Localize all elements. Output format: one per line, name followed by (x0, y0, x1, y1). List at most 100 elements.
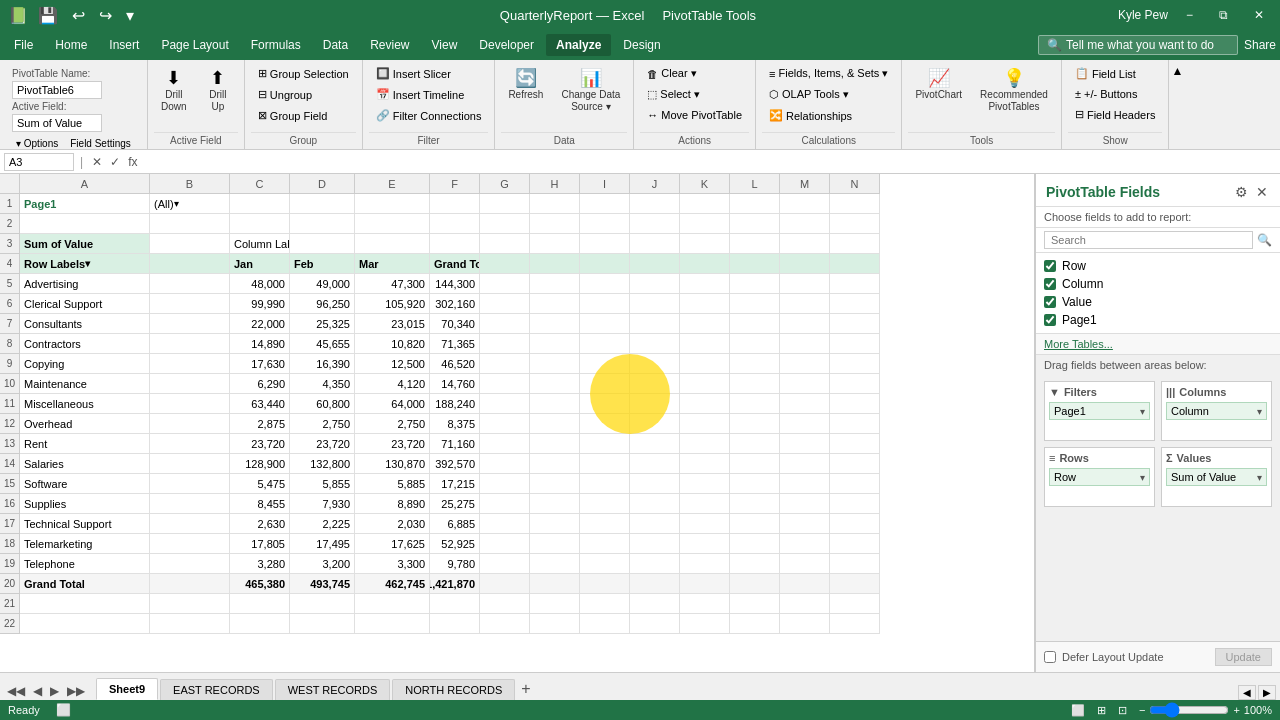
cell-E16[interactable]: 8,890 (355, 494, 430, 514)
cell-N10[interactable] (830, 374, 880, 394)
cell-E15[interactable]: 5,885 (355, 474, 430, 494)
cell-H5[interactable] (530, 274, 580, 294)
cell-C10[interactable]: 6,290 (230, 374, 290, 394)
change-data-source-btn[interactable]: 📊 Change DataSource ▾ (554, 64, 627, 118)
cell-A15[interactable]: Software (20, 474, 150, 494)
sheet-tab-east-records[interactable]: EAST RECORDS (160, 679, 273, 700)
cell-J9[interactable] (630, 354, 680, 374)
cell-N14[interactable] (830, 454, 880, 474)
cell-E4[interactable]: Mar (355, 254, 430, 274)
cell-K12[interactable] (680, 414, 730, 434)
pivot-field-checkbox-row[interactable] (1044, 260, 1056, 272)
defer-checkbox[interactable] (1044, 651, 1056, 663)
cell-F8[interactable]: 71,365 (430, 334, 480, 354)
cell-I13[interactable] (580, 434, 630, 454)
cell-I22[interactable] (580, 614, 630, 634)
quick-access-more-btn[interactable]: ▾ (122, 4, 138, 27)
cell-M17[interactable] (780, 514, 830, 534)
cell-L2[interactable] (730, 214, 780, 234)
cell-C12[interactable]: 2,875 (230, 414, 290, 434)
move-pivottable-btn[interactable]: ↔ Move PivotTable (640, 106, 749, 124)
field-list-btn[interactable]: 📋 Field List (1068, 64, 1162, 83)
cell-C4[interactable]: Jan (230, 254, 290, 274)
pivottable-name-input[interactable] (12, 81, 102, 99)
cell-N13[interactable] (830, 434, 880, 454)
cell-F18[interactable]: 52,925 (430, 534, 480, 554)
menu-item-formulas[interactable]: Formulas (241, 34, 311, 56)
cell-E10[interactable]: 4,120 (355, 374, 430, 394)
cell-K14[interactable] (680, 454, 730, 474)
row-number-13[interactable]: 13 (0, 434, 20, 454)
cell-B7[interactable] (150, 314, 230, 334)
recommended-pivottables-btn[interactable]: 💡 RecommendedPivotTables (973, 64, 1055, 118)
cell-D6[interactable]: 96,250 (290, 294, 355, 314)
pivot-field-row[interactable]: Row (1044, 257, 1272, 275)
cell-C7[interactable]: 22,000 (230, 314, 290, 334)
col-header-M[interactable]: M (780, 174, 830, 194)
col-header-E[interactable]: E (355, 174, 430, 194)
menu-item-analyze[interactable]: Analyze (546, 34, 611, 56)
cell-L12[interactable] (730, 414, 780, 434)
cell-B12[interactable] (150, 414, 230, 434)
row-number-16[interactable]: 16 (0, 494, 20, 514)
cell-K7[interactable] (680, 314, 730, 334)
cell-I8[interactable] (580, 334, 630, 354)
values-dropdown-icon[interactable]: ▾ (1257, 472, 1262, 483)
close-btn[interactable]: ✕ (1246, 4, 1272, 26)
cell-A11[interactable]: Miscellaneous (20, 394, 150, 414)
cell-F17[interactable]: 6,885 (430, 514, 480, 534)
row-number-14[interactable]: 14 (0, 454, 20, 474)
cell-H20[interactable] (530, 574, 580, 594)
cell-L9[interactable] (730, 354, 780, 374)
cell-N9[interactable] (830, 354, 880, 374)
cell-N18[interactable] (830, 534, 880, 554)
cell-D1[interactable] (290, 194, 355, 214)
cell-H17[interactable] (530, 514, 580, 534)
cell-J8[interactable] (630, 334, 680, 354)
cell-D21[interactable] (290, 594, 355, 614)
cell-F14[interactable]: 392,570 (430, 454, 480, 474)
group-selection-btn[interactable]: ⊞ Group Selection (251, 64, 356, 83)
cell-I20[interactable] (580, 574, 630, 594)
pivot-close-btn[interactable]: ✕ (1254, 182, 1270, 202)
collapse-icon[interactable]: ▲ (1171, 64, 1183, 78)
cell-J20[interactable] (630, 574, 680, 594)
cell-N21[interactable] (830, 594, 880, 614)
cell-A12[interactable]: Overhead (20, 414, 150, 434)
cell-K19[interactable] (680, 554, 730, 574)
cell-E18[interactable]: 17,625 (355, 534, 430, 554)
cell-G10[interactable] (480, 374, 530, 394)
relationships-btn[interactable]: 🔀 Relationships (762, 106, 895, 125)
cell-L19[interactable] (730, 554, 780, 574)
cell-B6[interactable] (150, 294, 230, 314)
ribbon-collapse-btn[interactable]: ▲ (1169, 60, 1185, 149)
cell-C3[interactable]: Column Labels ▾ (230, 234, 290, 254)
cell-J19[interactable] (630, 554, 680, 574)
cell-A10[interactable]: Maintenance (20, 374, 150, 394)
cell-E9[interactable]: 12,500 (355, 354, 430, 374)
cell-G7[interactable] (480, 314, 530, 334)
cell-A22[interactable] (20, 614, 150, 634)
cell-B13[interactable] (150, 434, 230, 454)
cell-D17[interactable]: 2,225 (290, 514, 355, 534)
cell-F20[interactable]: 1,421,870 (430, 574, 480, 594)
view-layout-btn[interactable]: ⊞ (1097, 704, 1106, 717)
cell-K1[interactable] (680, 194, 730, 214)
cell-F16[interactable]: 25,275 (430, 494, 480, 514)
cell-N12[interactable] (830, 414, 880, 434)
cell-J11[interactable] (630, 394, 680, 414)
drill-down-btn[interactable]: ⬇ DrillDown (154, 64, 194, 118)
cell-C14[interactable]: 128,900 (230, 454, 290, 474)
cell-B3[interactable] (150, 234, 230, 254)
cell-A17[interactable]: Technical Support (20, 514, 150, 534)
cell-C5[interactable]: 48,000 (230, 274, 290, 294)
pivot-field-checkbox-column[interactable] (1044, 278, 1056, 290)
more-tables-link[interactable]: More Tables... (1036, 334, 1280, 354)
cell-G16[interactable] (480, 494, 530, 514)
cell-E14[interactable]: 130,870 (355, 454, 430, 474)
cell-D3[interactable] (290, 234, 355, 254)
cell-H4[interactable] (530, 254, 580, 274)
col-header-B[interactable]: B (150, 174, 230, 194)
menu-item-home[interactable]: Home (45, 34, 97, 56)
pivot-search-input[interactable] (1044, 231, 1253, 249)
